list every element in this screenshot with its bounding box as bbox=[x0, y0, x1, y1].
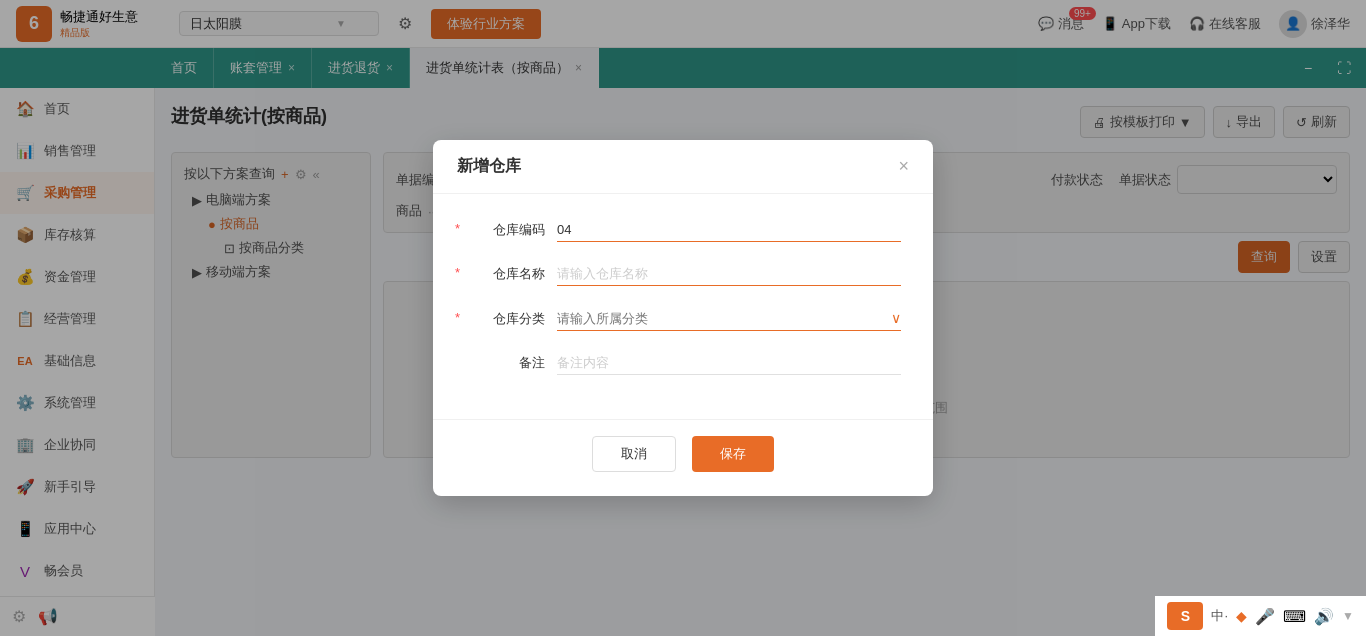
warehouse-code-label: 仓库编码 bbox=[465, 221, 545, 239]
chevron-down-icon[interactable]: ▼ bbox=[1342, 609, 1354, 623]
s-logo: S bbox=[1167, 602, 1203, 630]
warehouse-category-select[interactable]: ∨ bbox=[557, 306, 901, 331]
warehouse-note-input[interactable] bbox=[557, 351, 901, 375]
warehouse-category-label: 仓库分类 bbox=[465, 310, 545, 328]
warehouse-name-input[interactable] bbox=[557, 262, 901, 286]
dialog-header: 新增仓库 × bbox=[433, 140, 933, 194]
warehouse-code-row: 仓库编码 bbox=[465, 218, 901, 242]
keyboard-icon[interactable]: ⌨ bbox=[1283, 607, 1306, 626]
category-dropdown-icon: ∨ bbox=[891, 310, 901, 326]
add-warehouse-dialog: 新增仓库 × 仓库编码 仓库名称 仓库分类 ∨ bbox=[433, 140, 933, 496]
warehouse-note-row: 备注 bbox=[465, 351, 901, 375]
warehouse-name-label: 仓库名称 bbox=[465, 265, 545, 283]
save-button[interactable]: 保存 bbox=[692, 436, 774, 472]
dialog-title: 新增仓库 bbox=[457, 156, 521, 177]
mic-icon[interactable]: 🎤 bbox=[1255, 607, 1275, 626]
input-method-label[interactable]: 中· bbox=[1211, 607, 1228, 625]
category-input[interactable] bbox=[557, 311, 891, 326]
dot-icon[interactable]: ◆ bbox=[1236, 608, 1247, 624]
warehouse-category-row: 仓库分类 ∨ bbox=[465, 306, 901, 331]
dialog-close-button[interactable]: × bbox=[898, 156, 909, 177]
speaker-icon[interactable]: 🔊 bbox=[1314, 607, 1334, 626]
warehouse-note-label: 备注 bbox=[465, 354, 545, 372]
dialog-footer: 取消 保存 bbox=[433, 419, 933, 496]
dialog-body: 仓库编码 仓库名称 仓库分类 ∨ 备注 bbox=[433, 194, 933, 419]
bottom-right-bar: S 中· ◆ 🎤 ⌨ 🔊 ▼ bbox=[1155, 596, 1366, 636]
warehouse-code-input[interactable] bbox=[557, 218, 901, 242]
warehouse-name-row: 仓库名称 bbox=[465, 262, 901, 286]
modal-overlay: 新增仓库 × 仓库编码 仓库名称 仓库分类 ∨ bbox=[0, 0, 1366, 636]
cancel-button[interactable]: 取消 bbox=[592, 436, 676, 472]
